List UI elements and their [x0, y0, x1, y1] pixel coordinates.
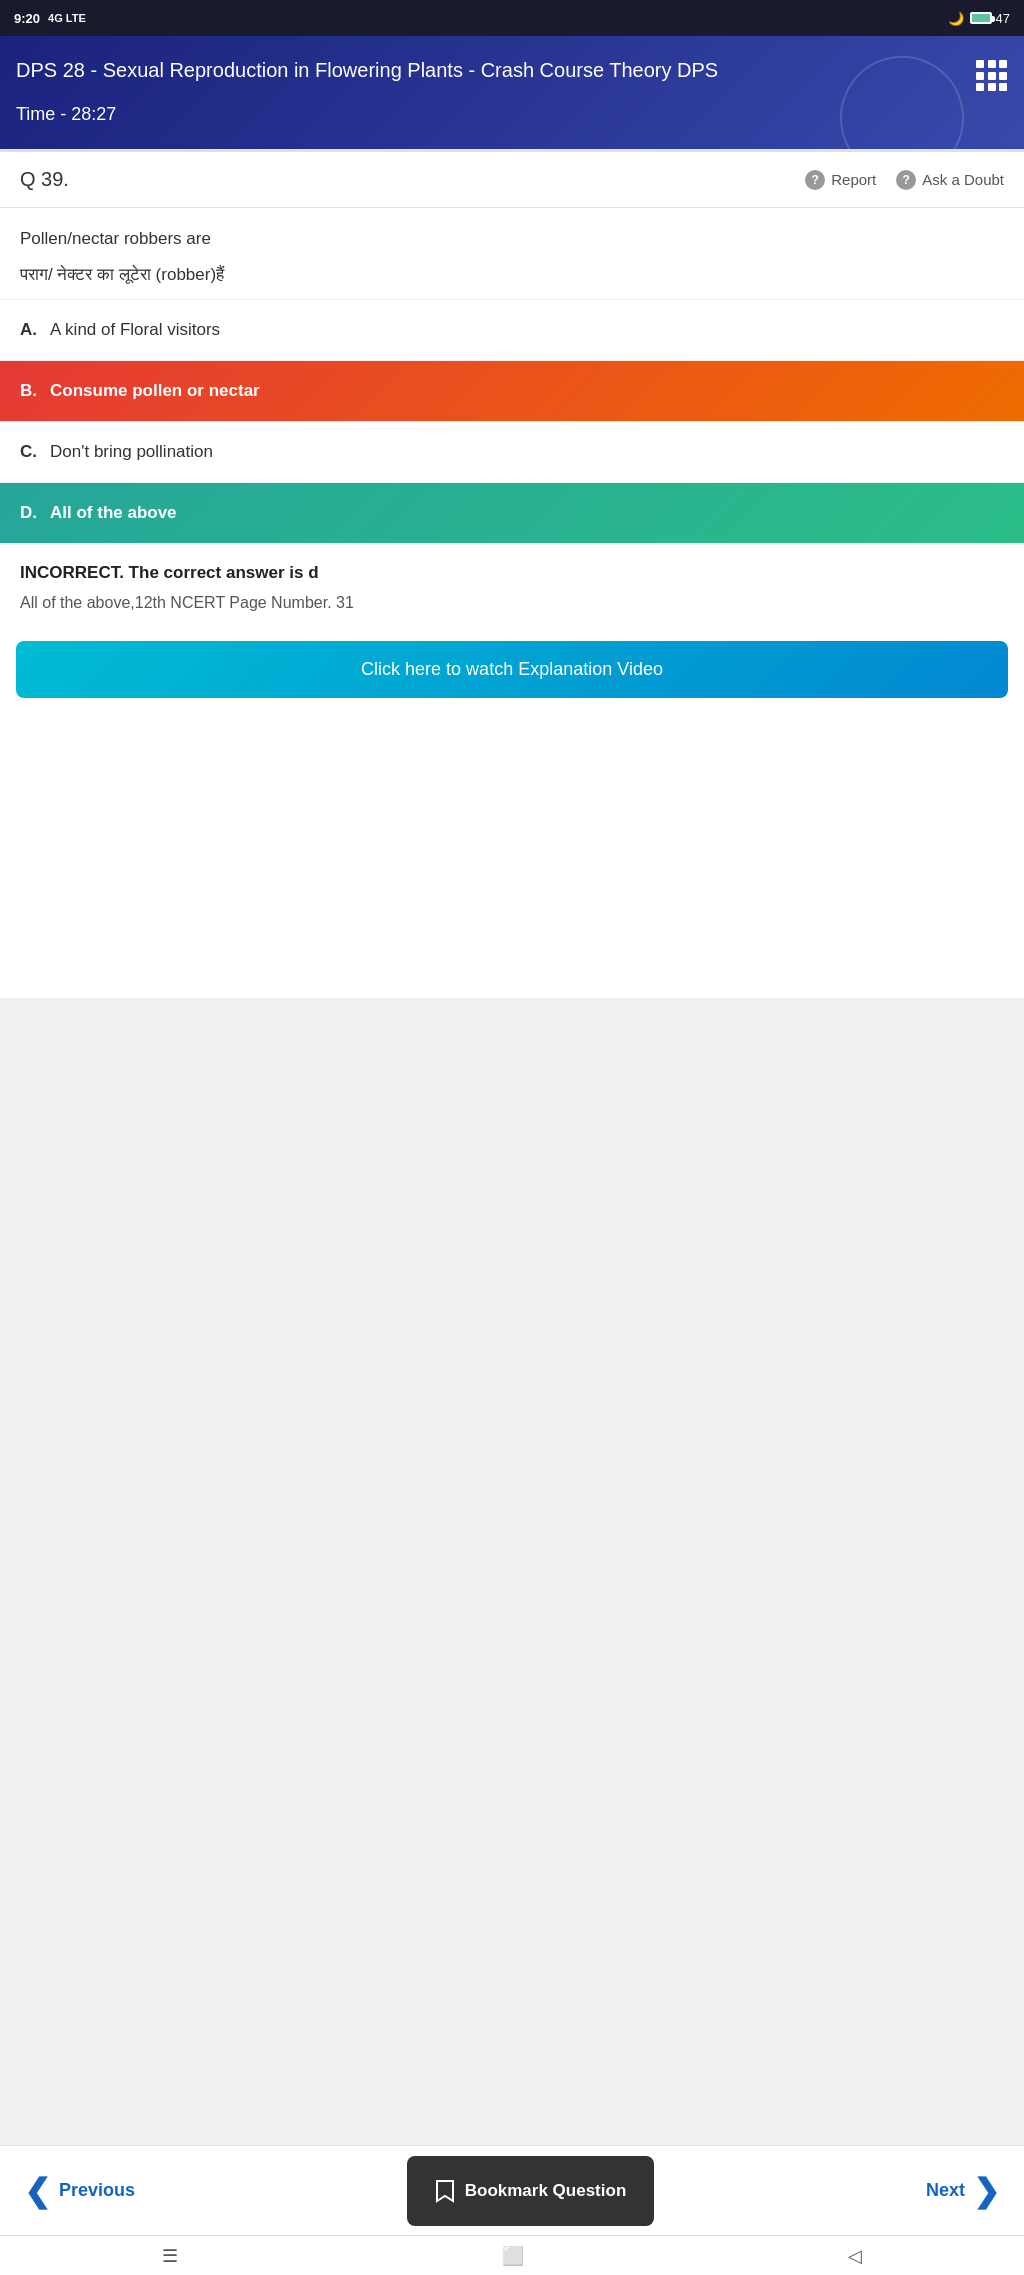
grid-dot	[988, 60, 996, 68]
question-actions: ? Report ? Ask a Doubt	[805, 170, 1004, 190]
time-display: 9:20	[14, 11, 40, 26]
battery-display: 47	[970, 11, 1010, 26]
option-c-text: Don't bring pollination	[50, 442, 1004, 462]
course-title: DPS 28 - Sexual Reproduction in Flowerin…	[16, 56, 976, 84]
question-text-hindi: पराग/ नेक्टर का लूटेरा (robber)हैं	[20, 262, 1004, 288]
option-c-label: C.	[20, 442, 40, 462]
grid-dot	[999, 83, 1007, 91]
question-body: Pollen/nectar robbers are पराग/ नेक्टर क…	[0, 208, 1024, 300]
grid-dot	[999, 72, 1007, 80]
option-d-text: All of the above	[50, 503, 1004, 523]
option-a-label: A.	[20, 320, 40, 340]
status-right: 🌙 47	[948, 11, 1010, 26]
video-button[interactable]: Click here to watch Explanation Video	[16, 641, 1008, 698]
report-label: Report	[831, 171, 876, 188]
grid-dot	[976, 60, 984, 68]
next-label: Next	[926, 2180, 965, 2201]
signal-icon: 4G LTE	[48, 12, 86, 24]
next-button[interactable]: Next ❯	[902, 2146, 1024, 2235]
bookmark-label: Bookmark Question	[465, 2181, 627, 2201]
bottom-navigation: ❮ Previous Bookmark Question Next ❯	[0, 2145, 1024, 2235]
option-b-label: B.	[20, 381, 40, 401]
question-header: Q 39. ? Report ? Ask a Doubt	[0, 152, 1024, 208]
option-d[interactable]: D. All of the above	[0, 483, 1024, 544]
question-number: Q 39.	[20, 168, 69, 191]
result-heading: INCORRECT. The correct answer is d	[20, 563, 1004, 583]
ask-doubt-label: Ask a Doubt	[922, 171, 1004, 188]
ask-doubt-icon: ?	[896, 170, 916, 190]
system-nav-bar: ☰ ⬜ ◁	[0, 2235, 1024, 2275]
option-a-text: A kind of Floral visitors	[50, 320, 1004, 340]
next-arrow-icon: ❯	[973, 2172, 1000, 2210]
content-spacer	[0, 718, 1024, 998]
ask-doubt-button[interactable]: ? Ask a Doubt	[896, 170, 1004, 190]
option-a[interactable]: A. A kind of Floral visitors	[0, 300, 1024, 361]
hamburger-icon[interactable]: ☰	[162, 2245, 178, 2267]
battery-icon	[970, 12, 992, 24]
result-section: INCORRECT. The correct answer is d All o…	[0, 544, 1024, 625]
battery-level: 47	[996, 11, 1010, 26]
bookmark-icon	[435, 2179, 455, 2203]
options-container: A. A kind of Floral visitors B. Consume …	[0, 300, 1024, 544]
back-triangle-icon[interactable]: ◁	[848, 2245, 862, 2267]
grid-dot	[976, 83, 984, 91]
home-square-icon[interactable]: ⬜	[502, 2245, 524, 2267]
grid-dot	[988, 72, 996, 80]
video-btn-container: Click here to watch Explanation Video	[0, 625, 1024, 718]
option-c[interactable]: C. Don't bring pollination	[0, 422, 1024, 483]
grid-dot	[999, 60, 1007, 68]
moon-icon: 🌙	[948, 11, 964, 26]
question-text-english: Pollen/nectar robbers are	[20, 226, 1004, 252]
bookmark-button[interactable]: Bookmark Question	[407, 2156, 655, 2226]
report-icon: ?	[805, 170, 825, 190]
timer-display: Time - 28:27	[16, 104, 1008, 125]
option-d-label: D.	[20, 503, 40, 523]
grid-dot	[976, 72, 984, 80]
status-bar: 9:20 4G LTE 🌙 47	[0, 0, 1024, 36]
grid-dot	[988, 83, 996, 91]
previous-button[interactable]: ❮ Previous	[0, 2146, 159, 2235]
option-b[interactable]: B. Consume pollen or nectar	[0, 361, 1024, 422]
grid-menu-icon[interactable]	[976, 60, 1008, 92]
header: DPS 28 - Sexual Reproduction in Flowerin…	[0, 36, 1024, 149]
previous-arrow-icon: ❮	[24, 2172, 51, 2210]
previous-label: Previous	[59, 2180, 135, 2201]
content-area: Q 39. ? Report ? Ask a Doubt Pollen/nect…	[0, 149, 1024, 998]
option-b-text: Consume pollen or nectar	[50, 381, 1004, 401]
result-detail: All of the above,12th NCERT Page Number.…	[20, 591, 1004, 615]
status-time: 9:20 4G LTE	[14, 11, 86, 26]
report-button[interactable]: ? Report	[805, 170, 876, 190]
